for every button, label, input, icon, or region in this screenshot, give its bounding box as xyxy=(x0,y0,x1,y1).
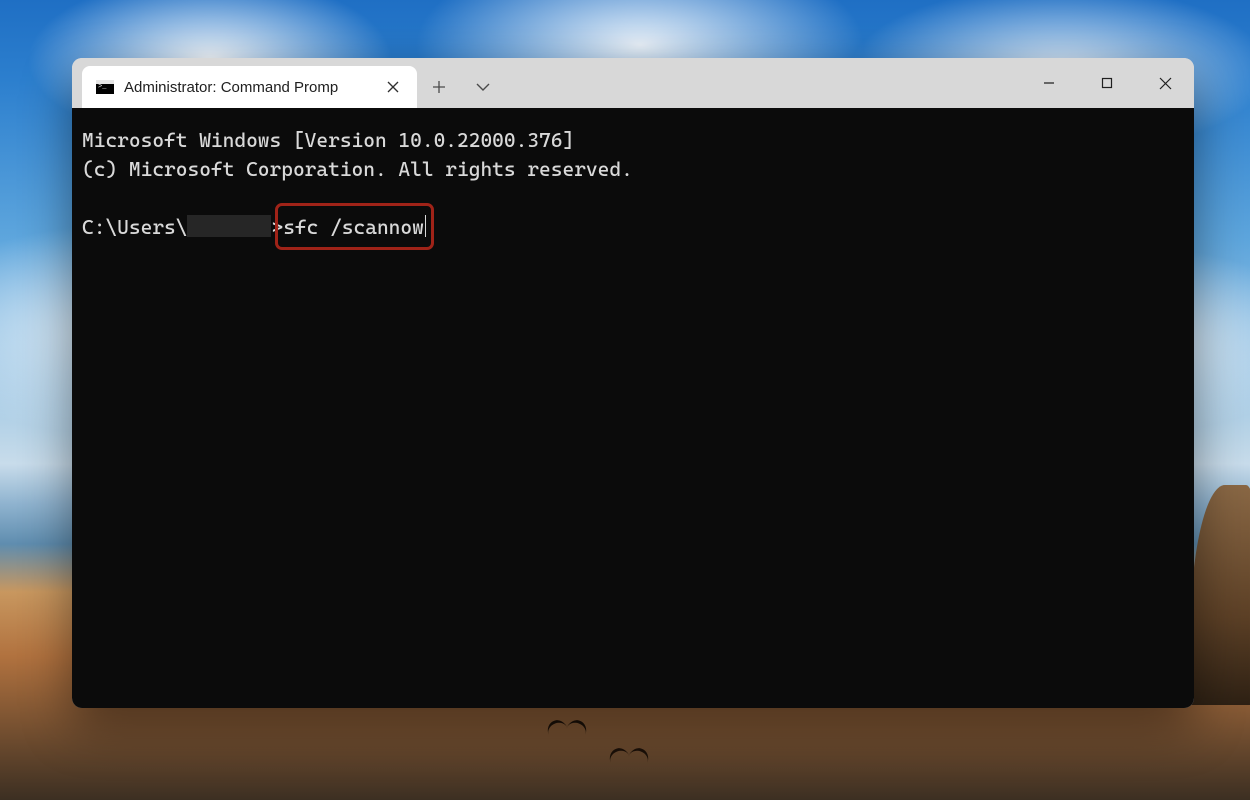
close-window-button[interactable] xyxy=(1136,58,1194,108)
minimize-icon xyxy=(1043,77,1055,89)
plus-icon xyxy=(432,80,446,94)
close-icon xyxy=(1159,77,1172,90)
terminal-body[interactable]: Microsoft Windows [Version 10.0.22000.37… xyxy=(72,108,1194,708)
prompt-prefix: C:\Users\ xyxy=(82,215,187,239)
text-cursor xyxy=(425,215,427,237)
terminal-window: Administrator: Command Promp xyxy=(72,58,1194,708)
tab-dropdown-button[interactable] xyxy=(461,66,505,108)
command-highlight: sfc /scannow xyxy=(283,213,424,242)
blank-line xyxy=(82,184,1184,213)
cmd-icon xyxy=(96,80,114,94)
minimize-button[interactable] xyxy=(1020,58,1078,108)
copyright-line: (c) Microsoft Corporation. All rights re… xyxy=(82,155,1184,184)
maximize-button[interactable] xyxy=(1078,58,1136,108)
desktop-wallpaper: Administrator: Command Promp xyxy=(0,0,1250,800)
typed-command: sfc /scannow xyxy=(283,215,424,239)
wallpaper-bird xyxy=(610,748,648,766)
tab-title: Administrator: Command Promp xyxy=(124,79,369,96)
tab-command-prompt[interactable]: Administrator: Command Promp xyxy=(82,66,417,108)
redacted-username xyxy=(187,215,271,237)
wallpaper-rock xyxy=(1190,485,1250,705)
titlebar[interactable]: Administrator: Command Promp xyxy=(72,58,1194,108)
new-tab-button[interactable] xyxy=(417,66,461,108)
chevron-down-icon xyxy=(476,83,490,92)
close-icon xyxy=(387,81,399,93)
window-controls xyxy=(1020,58,1194,108)
wallpaper-bird xyxy=(548,720,586,738)
tab-close-button[interactable] xyxy=(379,73,407,101)
prompt-suffix: > xyxy=(271,215,283,239)
version-line: Microsoft Windows [Version 10.0.22000.37… xyxy=(82,126,1184,155)
maximize-icon xyxy=(1101,77,1113,89)
prompt-line: C:\Users\ >sfc /scannow xyxy=(82,213,1184,242)
